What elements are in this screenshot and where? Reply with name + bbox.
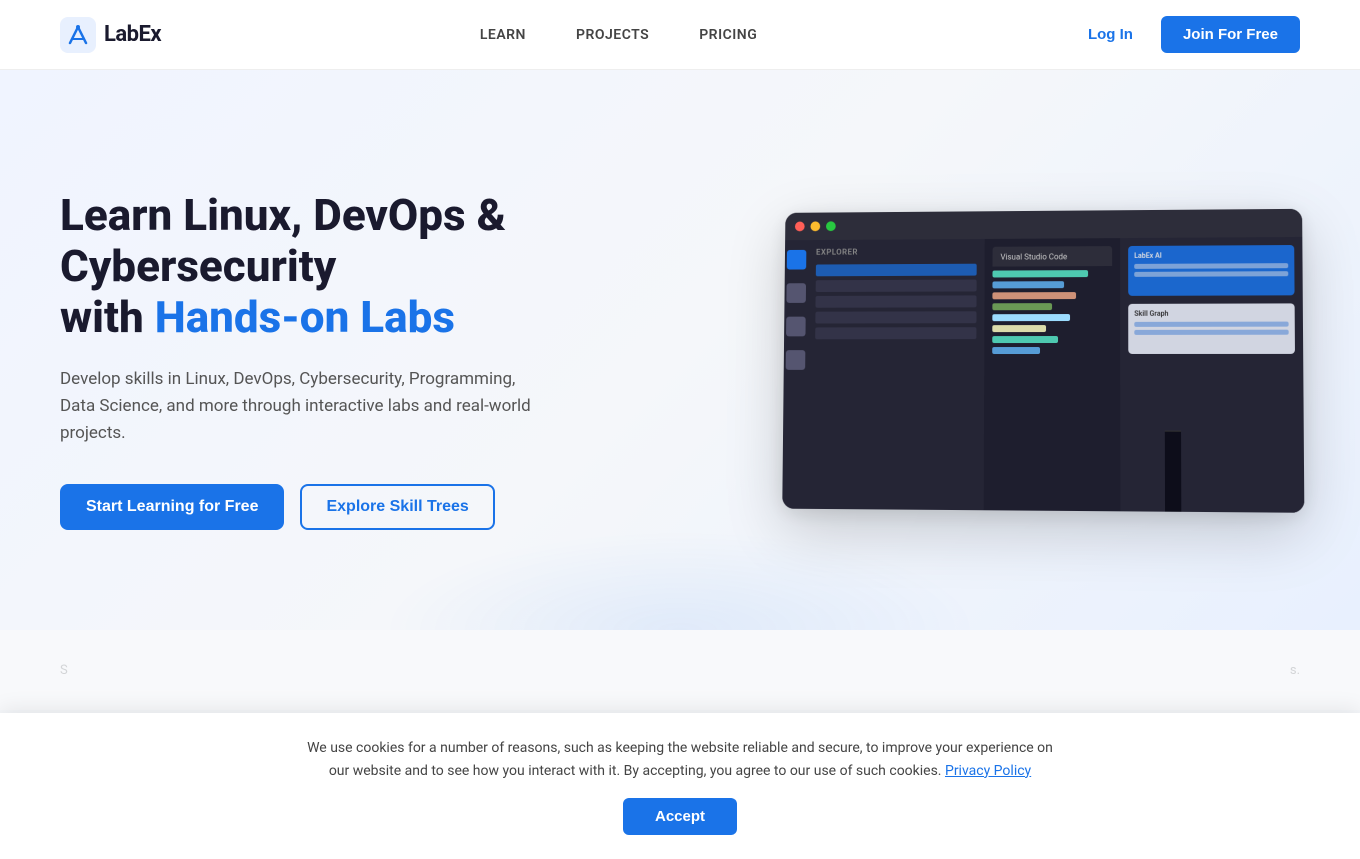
hero-subtitle: Develop skills in Linux, DevOps, Cyberse… <box>60 366 540 448</box>
cookie-text: We use cookies for a number of reasons, … <box>300 737 1060 782</box>
ai-assistant-panel: LabEx AI Skill Graph <box>1120 237 1304 513</box>
screenshot-body: Explorer Visual Studio Code <box>782 237 1304 513</box>
code-line-2 <box>992 281 1064 288</box>
editor-content <box>992 270 1112 354</box>
code-line-8 <box>992 347 1040 354</box>
ai-card-1: LabEx AI <box>1128 245 1294 296</box>
code-editor: Visual Studio Code <box>984 238 1121 511</box>
code-line-4 <box>992 303 1052 310</box>
code-line-3 <box>992 292 1076 299</box>
file-item-2 <box>816 280 977 292</box>
hero-section: Learn Linux, DevOps & Cybersecurity with… <box>0 70 1360 630</box>
card-bar-1 <box>1134 263 1288 269</box>
hero-buttons: Start Learning for Free Explore Skill Tr… <box>60 484 600 530</box>
tab-label: Visual Studio Code <box>1000 252 1067 261</box>
ai-card-2: Skill Graph <box>1128 303 1295 354</box>
files-icon <box>787 250 807 270</box>
navbar: LabEx LEARN PROJECTS PRICING Log In Join… <box>0 0 1360 70</box>
code-line-5 <box>992 314 1070 321</box>
hero-content: Learn Linux, DevOps & Cybersecurity with… <box>60 190 600 529</box>
code-line-6 <box>992 325 1046 332</box>
explore-skill-trees-button[interactable]: Explore Skill Trees <box>300 484 494 530</box>
file-explorer: Explorer <box>806 239 985 510</box>
file-item-4 <box>815 311 976 323</box>
login-button[interactable]: Log In <box>1076 18 1145 51</box>
nav-learn[interactable]: LEARN <box>480 27 526 43</box>
cookie-banner: We use cookies for a number of reasons, … <box>0 713 1360 859</box>
settings-icon <box>786 350 806 370</box>
join-button[interactable]: Join For Free <box>1161 16 1300 53</box>
nav-pricing[interactable]: PRICING <box>699 27 757 43</box>
hero-title: Learn Linux, DevOps & Cybersecurity with… <box>60 190 600 342</box>
code-line-1 <box>992 270 1088 277</box>
nav-menu: LEARN PROJECTS PRICING <box>480 27 757 43</box>
ai-card-title-2: Skill Graph <box>1134 309 1288 317</box>
hero-image-area: Explorer Visual Studio Code <box>600 190 1300 530</box>
below-right: s. <box>1290 663 1300 678</box>
nav-projects[interactable]: PROJECTS <box>576 27 649 43</box>
accept-button[interactable]: Accept <box>623 798 737 835</box>
file-item-5 <box>815 327 976 339</box>
editor-tab: Visual Studio Code <box>993 246 1113 267</box>
start-learning-button[interactable]: Start Learning for Free <box>60 484 284 530</box>
card-bar-3 <box>1134 322 1288 327</box>
hero-highlight: Hands-on Labs <box>155 291 455 343</box>
privacy-policy-link[interactable]: Privacy Policy <box>945 763 1031 779</box>
labex-logo-icon <box>60 17 96 53</box>
panel-title: Explorer <box>816 247 977 257</box>
close-dot <box>795 222 805 232</box>
screenshot-titlebar <box>785 209 1302 240</box>
file-item-3 <box>816 295 977 307</box>
screenshot-main: Explorer Visual Studio Code <box>806 237 1305 513</box>
minimize-dot <box>810 221 820 231</box>
below-hero: S s. <box>0 630 1360 710</box>
code-line-7 <box>992 336 1058 343</box>
lab-screenshot: Explorer Visual Studio Code <box>782 209 1304 513</box>
below-left: S <box>60 663 68 678</box>
search-icon <box>786 283 806 303</box>
card-bar-4 <box>1134 330 1288 335</box>
extensions-icon <box>786 317 806 337</box>
logo-area: LabEx <box>60 17 161 53</box>
navbar-actions: Log In Join For Free <box>1076 16 1300 53</box>
ai-card-title-1: LabEx AI <box>1134 251 1288 260</box>
terminal-panel <box>1165 431 1181 512</box>
logo-text: LabEx <box>104 22 161 47</box>
file-item-1 <box>816 264 977 277</box>
activity-bar <box>782 240 808 509</box>
card-bar-2 <box>1134 271 1288 277</box>
maximize-dot <box>826 221 836 231</box>
